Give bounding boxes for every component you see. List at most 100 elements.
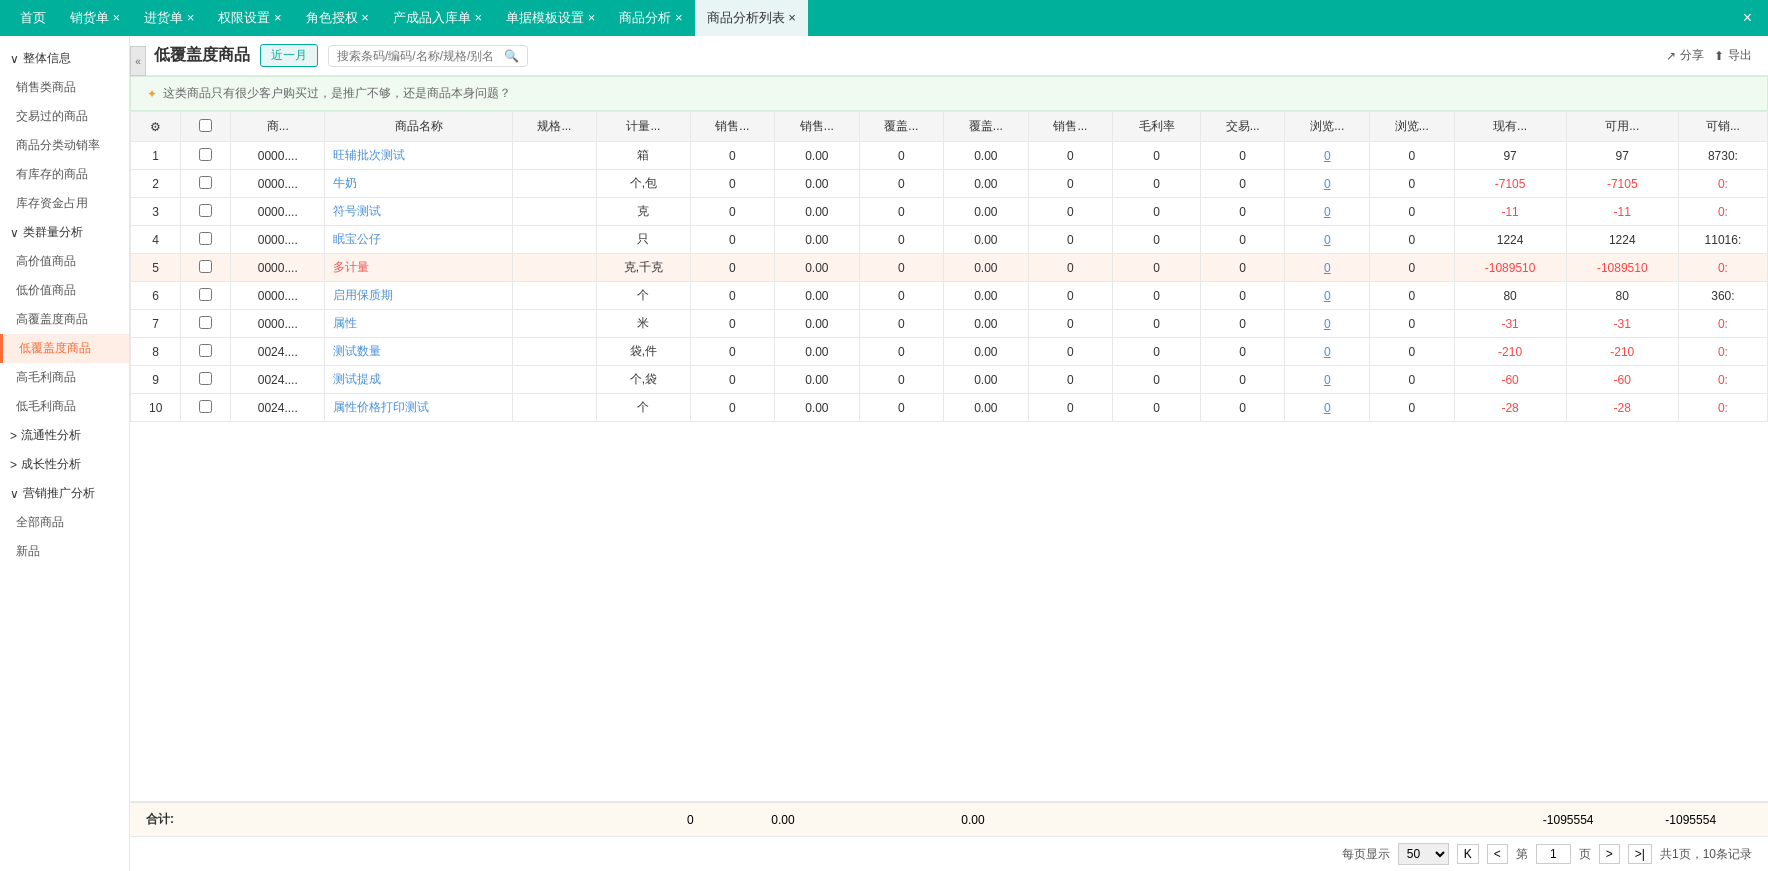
export-button[interactable]: ⬆ 导出 xyxy=(1714,47,1752,64)
nav-analysis-list[interactable]: 商品分析列表 × xyxy=(695,0,808,36)
sidebar-section-marketing[interactable]: ∨ 营销推广分析 xyxy=(0,479,129,508)
cell-browse1[interactable]: 0 xyxy=(1285,394,1370,422)
cell-name[interactable]: 牛奶 xyxy=(325,170,512,198)
cell-name[interactable]: 测试数量 xyxy=(325,338,512,366)
sidebar-item-high-value[interactable]: 高价值商品 xyxy=(0,247,129,276)
last-page-button[interactable]: >| xyxy=(1628,844,1652,864)
row-checkbox[interactable] xyxy=(199,260,212,273)
nav-analysis[interactable]: 商品分析 × xyxy=(607,0,694,36)
cell-browse1[interactable]: 0 xyxy=(1285,338,1370,366)
cell-browse1[interactable]: 0 xyxy=(1285,310,1370,338)
sidebar-item-sales-goods[interactable]: 销售类商品 xyxy=(0,73,129,102)
nav-product-in[interactable]: 产成品入库单 × xyxy=(381,0,494,36)
row-checkbox[interactable] xyxy=(199,288,212,301)
col-header-current[interactable]: 现有... xyxy=(1454,112,1566,142)
sidebar-item-low-coverage[interactable]: 低覆盖度商品 xyxy=(0,334,129,363)
cell-checkbox[interactable] xyxy=(181,282,231,310)
cell-browse1[interactable]: 0 xyxy=(1285,142,1370,170)
col-header-transaction[interactable]: 交易... xyxy=(1200,112,1285,142)
row-checkbox[interactable] xyxy=(199,400,212,413)
sidebar-item-high-coverage[interactable]: 高覆盖度商品 xyxy=(0,305,129,334)
col-header-name[interactable]: 商品名称 xyxy=(325,112,512,142)
col-header-unit[interactable]: 计量... xyxy=(597,112,690,142)
col-header-available[interactable]: 可用... xyxy=(1566,112,1678,142)
row-checkbox[interactable] xyxy=(199,316,212,329)
col-header-browse1[interactable]: 浏览... xyxy=(1285,112,1370,142)
col-header-code[interactable]: 商... xyxy=(231,112,325,142)
sidebar-item-stocked-goods[interactable]: 有库存的商品 xyxy=(0,160,129,189)
cell-checkbox[interactable] xyxy=(181,198,231,226)
search-icon[interactable]: 🔍 xyxy=(504,49,519,63)
nav-template[interactable]: 单据模板设置 × xyxy=(494,0,607,36)
sidebar-section-flow[interactable]: > 流通性分析 xyxy=(0,421,129,450)
sidebar-item-inventory-capital[interactable]: 库存资金占用 xyxy=(0,189,129,218)
col-header-sales2[interactable]: 销售... xyxy=(775,112,860,142)
cell-checkbox[interactable] xyxy=(181,142,231,170)
sidebar-item-category-rate[interactable]: 商品分类动销率 xyxy=(0,131,129,160)
col-header-saleable[interactable]: 可销... xyxy=(1678,112,1767,142)
cell-checkbox[interactable] xyxy=(181,170,231,198)
row-checkbox[interactable] xyxy=(199,232,212,245)
cell-checkbox[interactable] xyxy=(181,366,231,394)
page-size-select[interactable]: 50 20 100 xyxy=(1398,843,1449,865)
prev-page-button[interactable]: < xyxy=(1487,844,1508,864)
nav-purchase[interactable]: 进货单 × xyxy=(132,0,206,36)
filter-recent-month-button[interactable]: 近一月 xyxy=(260,44,318,67)
cell-name[interactable]: 多计量 xyxy=(325,254,512,282)
settings-icon[interactable]: ⚙ xyxy=(150,120,161,134)
cell-name[interactable]: 测试提成 xyxy=(325,366,512,394)
cell-browse1[interactable]: 0 xyxy=(1285,170,1370,198)
cell-name[interactable]: 属性价格打印测试 xyxy=(325,394,512,422)
row-checkbox[interactable] xyxy=(199,176,212,189)
cell-browse1[interactable]: 0 xyxy=(1285,254,1370,282)
cell-name[interactable]: 启用保质期 xyxy=(325,282,512,310)
cell-checkbox[interactable] xyxy=(181,394,231,422)
col-header-checkbox[interactable] xyxy=(181,112,231,142)
sidebar-item-low-value[interactable]: 低价值商品 xyxy=(0,276,129,305)
select-all-checkbox[interactable] xyxy=(199,119,212,132)
cell-browse1[interactable]: 0 xyxy=(1285,198,1370,226)
col-header-spec[interactable]: 规格... xyxy=(512,112,597,142)
col-header-sales3[interactable]: 销售... xyxy=(1028,112,1113,142)
cell-browse1[interactable]: 0 xyxy=(1285,226,1370,254)
col-header-settings[interactable]: ⚙ xyxy=(131,112,181,142)
cell-name[interactable]: 符号测试 xyxy=(325,198,512,226)
col-header-cov1[interactable]: 覆盖... xyxy=(859,112,944,142)
cell-browse1[interactable]: 0 xyxy=(1285,366,1370,394)
collapse-sidebar-button[interactable]: « xyxy=(130,46,146,76)
page-number-input[interactable] xyxy=(1536,844,1571,864)
nav-permission[interactable]: 权限设置 × xyxy=(206,0,293,36)
sidebar-section-overall[interactable]: ∨ 整体信息 xyxy=(0,44,129,73)
nav-sales[interactable]: 销货单 × xyxy=(58,0,132,36)
col-header-sales1[interactable]: 销售... xyxy=(690,112,775,142)
cell-checkbox[interactable] xyxy=(181,310,231,338)
first-page-button[interactable]: K xyxy=(1457,844,1479,864)
cell-browse1[interactable]: 0 xyxy=(1285,282,1370,310)
cell-checkbox[interactable] xyxy=(181,338,231,366)
cell-name[interactable]: 属性 xyxy=(325,310,512,338)
col-header-browse2[interactable]: 浏览... xyxy=(1369,112,1454,142)
sidebar-item-high-margin[interactable]: 高毛利商品 xyxy=(0,363,129,392)
sidebar-item-all-goods[interactable]: 全部商品 xyxy=(0,508,129,537)
row-checkbox[interactable] xyxy=(199,344,212,357)
close-window-button[interactable]: × xyxy=(1735,9,1760,27)
col-header-margin[interactable]: 毛利率 xyxy=(1113,112,1201,142)
row-checkbox[interactable] xyxy=(199,148,212,161)
sidebar-item-traded-goods[interactable]: 交易过的商品 xyxy=(0,102,129,131)
cell-checkbox[interactable] xyxy=(181,254,231,282)
share-button[interactable]: ↗ 分享 xyxy=(1666,47,1704,64)
search-input[interactable] xyxy=(337,49,499,63)
row-checkbox[interactable] xyxy=(199,372,212,385)
cell-checkbox[interactable] xyxy=(181,226,231,254)
sidebar-item-low-margin[interactable]: 低毛利商品 xyxy=(0,392,129,421)
sidebar-section-growth[interactable]: > 成长性分析 xyxy=(0,450,129,479)
row-checkbox[interactable] xyxy=(199,204,212,217)
cell-name[interactable]: 旺辅批次测试 xyxy=(325,142,512,170)
sidebar-item-new-goods[interactable]: 新品 xyxy=(0,537,129,566)
nav-role[interactable]: 角色授权 × xyxy=(294,0,381,36)
sidebar-section-category[interactable]: ∨ 类群量分析 xyxy=(0,218,129,247)
nav-home[interactable]: 首页 xyxy=(8,0,58,36)
next-page-button[interactable]: > xyxy=(1599,844,1620,864)
cell-name[interactable]: 眠宝公仔 xyxy=(325,226,512,254)
col-header-cov2[interactable]: 覆盖... xyxy=(944,112,1029,142)
